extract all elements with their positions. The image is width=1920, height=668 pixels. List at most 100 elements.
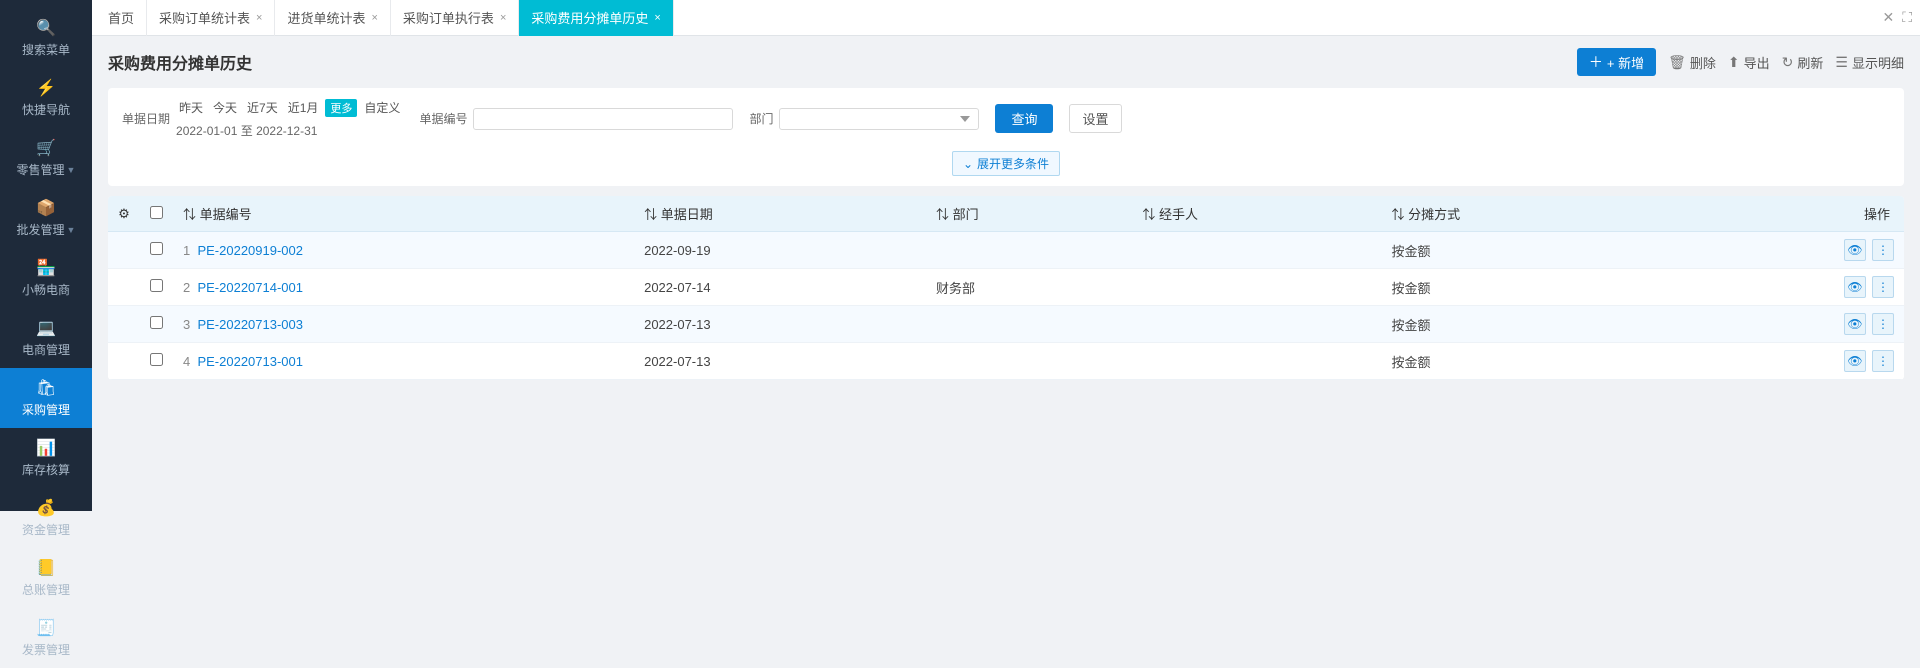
filter-row: 单据日期 昨天 今天 近7天 近1月 更多 自定义 2022-01-01 至 2…	[122, 98, 1890, 139]
tab-inbound-stats[interactable]: 进货单统计表×	[275, 0, 390, 36]
th-order-no[interactable]: ⇅ 单据编号	[173, 196, 634, 232]
sort-icon-split: ⇅	[1391, 207, 1404, 222]
view-action-icon[interactable]: 👁	[1844, 350, 1866, 372]
table-header: ⚙ ⇅ 单据编号 ⇅ 单据日期 ⇅ 部门 ⇅ 经手人 ⇅ 分摊方式 操作	[108, 196, 1904, 232]
row-checkbox[interactable]	[150, 242, 163, 255]
invoice-icon: 🧾	[36, 618, 56, 638]
row-handler-cell	[1132, 306, 1381, 343]
row-checkbox[interactable]	[150, 279, 163, 292]
tab-purchase-cost-history[interactable]: 采购费用分摊单历史 ×	[519, 0, 673, 36]
expand-filter-button[interactable]: ⌄ 展开更多条件	[952, 151, 1060, 176]
tab-close-icon[interactable]: ×	[654, 12, 660, 24]
wholesale-icon: 📦	[36, 198, 56, 218]
purchase-icon: 🛍	[36, 378, 56, 398]
row-checkbox[interactable]	[150, 353, 163, 366]
sidebar-item-quick-nav[interactable]: ⚡快捷导航	[0, 68, 92, 128]
add-button[interactable]: ＋ + 新增	[1577, 48, 1656, 76]
action-icons-group: 👁⋮	[1683, 313, 1894, 335]
micro-shop-icon: 🏪	[36, 258, 56, 278]
date-opt-today[interactable]: 今天	[210, 98, 240, 117]
sidebar-item-label: 发票管理	[22, 641, 70, 658]
settings-button[interactable]: 设置	[1069, 104, 1121, 133]
date-opt-yesterday[interactable]: 昨天	[176, 98, 206, 117]
row-date-cell: 2022-07-14	[634, 269, 926, 306]
select-all-checkbox[interactable]	[150, 206, 163, 219]
date-opt-more[interactable]: 更多	[325, 99, 357, 117]
order-no-link[interactable]: PE-20220714-001	[197, 280, 303, 295]
sidebar-item-retail[interactable]: 🛒零售管理 ▼	[0, 128, 92, 188]
tab-purchase-order-exec[interactable]: 采购订单执行表×	[391, 0, 519, 36]
sidebar-item-ledger[interactable]: 📒总账管理	[0, 548, 92, 608]
sidebar-item-inventory[interactable]: 📊库存核算	[0, 428, 92, 488]
date-opt-1month[interactable]: 近1月	[285, 98, 322, 117]
sidebar-item-finance[interactable]: 💰资金管理	[0, 488, 92, 548]
th-date[interactable]: ⇅ 单据日期	[634, 196, 926, 232]
tab-close-icon[interactable]: ×	[500, 12, 506, 24]
expand-icon: ⌄	[963, 157, 973, 171]
export-button[interactable]: ⬆ 导出	[1728, 53, 1770, 72]
toolbar: ＋ + 新增 🗑 删除 ⬆ 导出 ↻ 刷新 ☰ 显示明细	[1577, 48, 1904, 76]
expand-arrow-icon: ▼	[67, 225, 76, 235]
tab-close-icon[interactable]: ×	[371, 12, 377, 24]
view-action-icon[interactable]: 👁	[1844, 313, 1866, 335]
row-order-no-cell: 4 PE-20220713-001	[173, 343, 634, 380]
order-no-link[interactable]: PE-20220713-003	[197, 317, 303, 332]
row-number: 1	[183, 243, 197, 258]
more-action-icon[interactable]: ⋮	[1872, 239, 1894, 261]
th-handler[interactable]: ⇅ 经手人	[1132, 196, 1381, 232]
sidebar-item-ecommerce[interactable]: 💻电商管理	[0, 308, 92, 368]
sidebar-item-wholesale[interactable]: 📦 批发管理 ▼	[0, 188, 92, 248]
date-opt-custom[interactable]: 自定义	[361, 98, 403, 117]
tab-home[interactable]: 首页	[100, 0, 147, 36]
sidebar-item-purchase[interactable]: 🛍采购管理	[0, 368, 92, 428]
delete-icon: 🗑	[1668, 54, 1686, 71]
sidebar-item-label: 零售管理	[17, 161, 65, 178]
sidebar-item-search[interactable]: 🔍搜索菜单	[0, 8, 92, 68]
order-no-label: 单据编号	[419, 110, 467, 127]
view-action-icon[interactable]: 👁	[1844, 276, 1866, 298]
department-select[interactable]: 财务部	[779, 108, 979, 130]
th-actions: 操作	[1673, 196, 1904, 232]
view-action-icon[interactable]: 👁	[1844, 239, 1866, 261]
tab-label: 采购订单统计表	[159, 8, 250, 27]
order-no-link[interactable]: PE-20220713-001	[197, 354, 303, 369]
row-number: 2	[183, 280, 197, 295]
delete-button[interactable]: 🗑 删除	[1668, 53, 1716, 72]
row-order-no-cell: 2 PE-20220714-001	[173, 269, 634, 306]
date-opt-7days[interactable]: 近7天	[244, 98, 281, 117]
row-settings-cell	[108, 343, 140, 380]
order-no-link[interactable]: PE-20220919-002	[197, 243, 303, 258]
th-settings[interactable]: ⚙	[108, 196, 140, 232]
close-window-icon[interactable]: ✕	[1882, 9, 1894, 26]
show-columns-button[interactable]: ☰ 显示明细	[1835, 53, 1904, 72]
th-split-method[interactable]: ⇅ 分摊方式	[1381, 196, 1673, 232]
sidebar-item-micro-shop[interactable]: 🏪小畅电商	[0, 248, 92, 308]
row-date-cell: 2022-09-19	[634, 232, 926, 269]
sidebar-item-label: 批发管理	[17, 221, 65, 238]
records-table: ⚙ ⇅ 单据编号 ⇅ 单据日期 ⇅ 部门 ⇅ 经手人 ⇅ 分摊方式 操作 1 P…	[108, 196, 1904, 380]
row-department-cell	[926, 232, 1132, 269]
more-action-icon[interactable]: ⋮	[1872, 276, 1894, 298]
tab-close-icon[interactable]: ×	[256, 12, 262, 24]
row-date-cell: 2022-07-13	[634, 343, 926, 380]
row-checkbox[interactable]	[150, 316, 163, 329]
row-order-no-cell: 1 PE-20220919-002	[173, 232, 634, 269]
order-no-input[interactable]	[473, 108, 733, 130]
maximize-window-icon[interactable]: ⛶	[1902, 9, 1912, 26]
th-department[interactable]: ⇅ 部门	[926, 196, 1132, 232]
sidebar-item-label: 库存核算	[22, 461, 70, 478]
th-checkbox	[140, 196, 173, 232]
refresh-button[interactable]: ↻ 刷新	[1782, 53, 1824, 72]
search-icon: 🔍	[36, 18, 56, 38]
row-checkbox-cell	[140, 306, 173, 343]
row-actions-cell: 👁⋮	[1673, 269, 1904, 306]
query-button[interactable]: 查询	[995, 104, 1053, 133]
more-action-icon[interactable]: ⋮	[1872, 313, 1894, 335]
tab-purchase-order-stats[interactable]: 采购订单统计表 ×	[147, 0, 275, 36]
tab-label: 采购费用分摊单历史	[531, 8, 648, 27]
sidebar-item-invoice[interactable]: 🧾 发票管理	[0, 608, 92, 668]
filter-bar: 单据日期 昨天 今天 近7天 近1月 更多 自定义 2022-01-01 至 2…	[108, 88, 1904, 186]
row-handler-cell	[1132, 343, 1381, 380]
sort-icon-order-no: ⇅	[183, 207, 196, 222]
more-action-icon[interactable]: ⋮	[1872, 350, 1894, 372]
